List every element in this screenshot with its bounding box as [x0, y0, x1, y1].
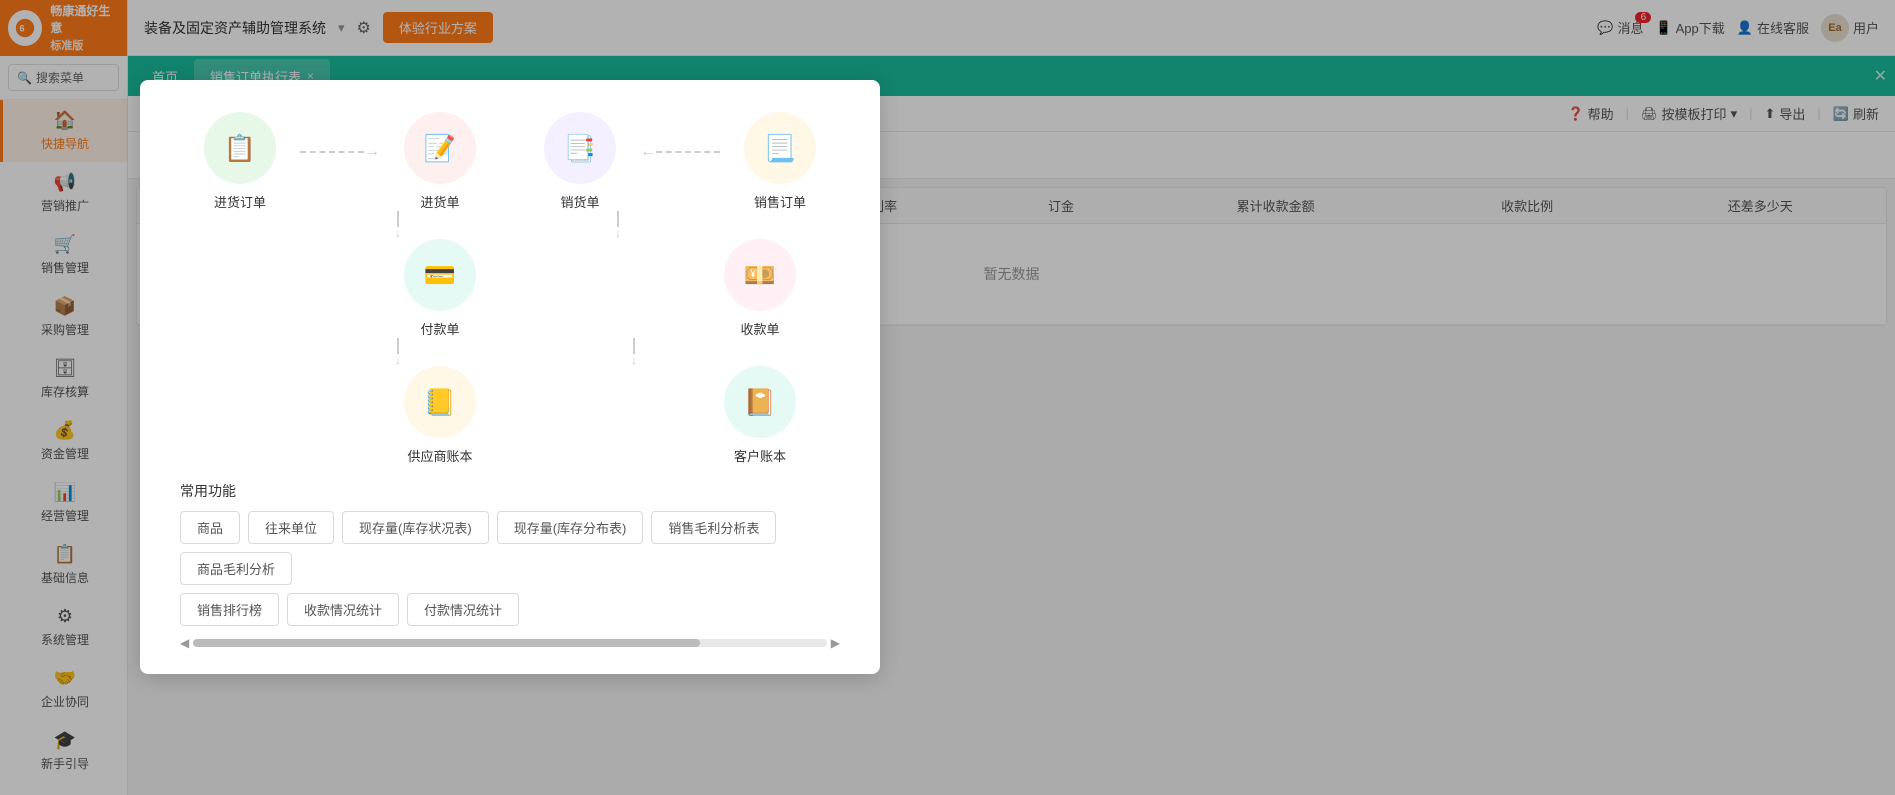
receipt-label: 收款单 — [740, 319, 779, 338]
btn-sales-rank[interactable]: 销售排行榜 — [180, 593, 279, 626]
common-title: 常用功能 — [180, 481, 840, 501]
btn-product-margin[interactable]: 商品毛利分析 — [180, 552, 292, 585]
payment-icon: 💳 — [404, 239, 476, 311]
sales-bill-label: 销货单 — [560, 192, 599, 211]
purchase-bill-label: 进货单 — [420, 192, 459, 211]
btn-payment-stat[interactable]: 付款情况统计 — [407, 593, 519, 626]
receipt-icon: 💴 — [724, 239, 796, 311]
supplier-ledger-label: 供应商账本 — [407, 446, 472, 465]
supplier-ledger-node[interactable]: 📒 供应商账本 — [380, 366, 500, 465]
btn-partner[interactable]: 往来单位 — [248, 511, 334, 544]
sales-order-label: 销售订单 — [754, 192, 806, 211]
sales-bill-icon: 📑 — [544, 112, 616, 184]
sales-order-node[interactable]: 📃 销售订单 — [720, 112, 840, 211]
customer-ledger-node[interactable]: 📔 客户账本 — [700, 366, 820, 465]
receipt-node[interactable]: 💴 收款单 — [700, 239, 820, 338]
common-functions-section: 常用功能 商品 往来单位 现存量(库存状况表) 现存量(库存分布表) 销售毛利分… — [180, 481, 840, 626]
btn-sales-margin[interactable]: 销售毛利分析表 — [651, 511, 776, 544]
purchase-order-icon: 📋 — [204, 112, 276, 184]
btn-product[interactable]: 商品 — [180, 511, 240, 544]
sales-bill-node[interactable]: 📑 销货单 — [520, 112, 640, 211]
purchase-order-node[interactable]: 📋 进货订单 — [180, 112, 300, 211]
sales-order-icon: 📃 — [744, 112, 816, 184]
scrollbar-track — [193, 639, 827, 647]
payment-node[interactable]: 💳 付款单 — [380, 239, 500, 338]
customer-ledger-icon: 📔 — [724, 366, 796, 438]
btn-stock-dist[interactable]: 现存量(库存分布表) — [497, 511, 644, 544]
scroll-right-arrow[interactable]: ▶ — [831, 636, 840, 650]
flow-modal: 📋 进货订单 → 📝 进货单 📑 销货单 ← 📃 — [140, 80, 880, 674]
supplier-ledger-icon: 📒 — [404, 366, 476, 438]
common-btns-row1: 商品 往来单位 现存量(库存状况表) 现存量(库存分布表) 销售毛利分析表 商品… — [180, 511, 840, 585]
common-btns-row2: 销售排行榜 收款情况统计 付款情况统计 — [180, 593, 840, 626]
scrollbar-thumb[interactable] — [193, 639, 700, 647]
purchase-bill-node[interactable]: 📝 进货单 — [380, 112, 500, 211]
modal-scrollbar: ◀ ▶ — [180, 636, 840, 650]
scroll-left-arrow[interactable]: ◀ — [180, 636, 189, 650]
payment-label: 付款单 — [420, 319, 459, 338]
btn-stock-status[interactable]: 现存量(库存状况表) — [342, 511, 489, 544]
btn-receipt-stat[interactable]: 收款情况统计 — [287, 593, 399, 626]
purchase-order-label: 进货订单 — [214, 192, 266, 211]
customer-ledger-label: 客户账本 — [734, 446, 786, 465]
purchase-bill-icon: 📝 — [404, 112, 476, 184]
